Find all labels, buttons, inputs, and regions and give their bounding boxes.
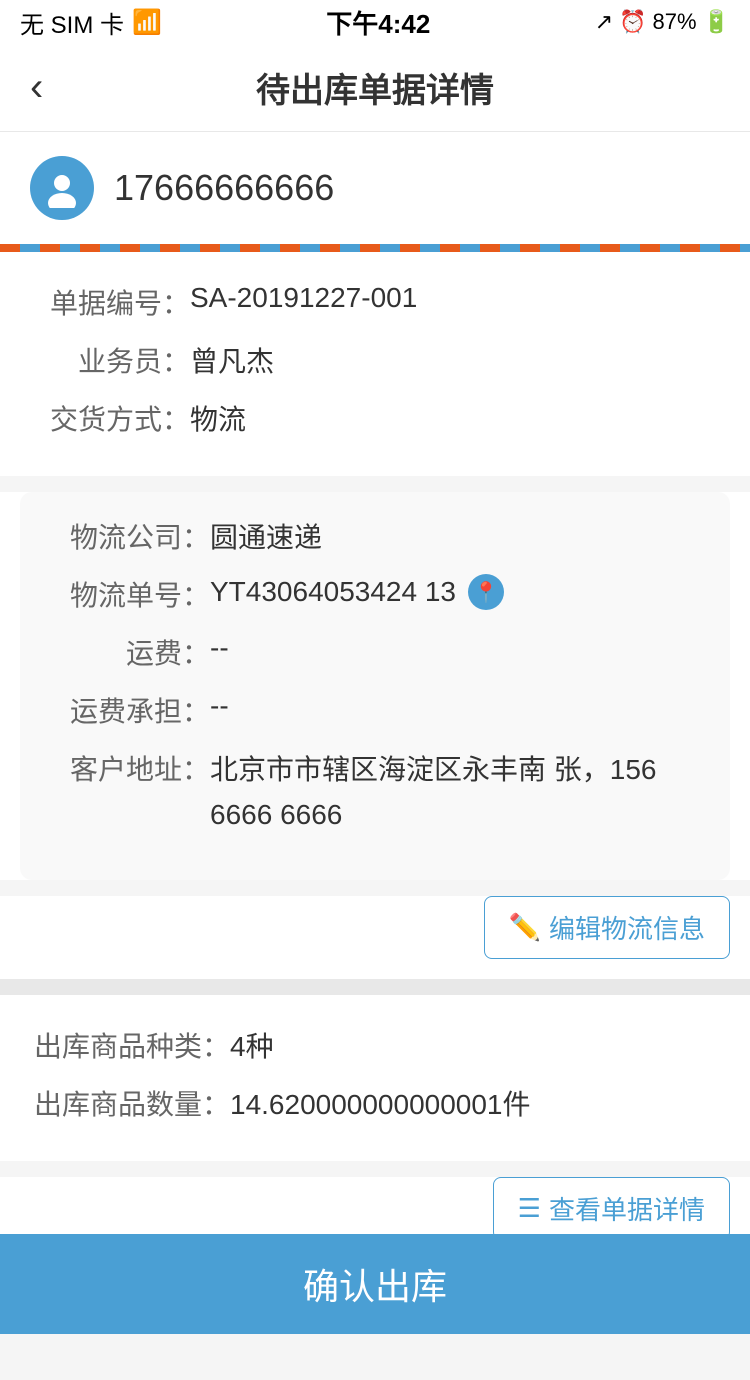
freight-row: 运费： --	[50, 632, 700, 672]
user-header: 17666666666	[0, 132, 750, 244]
battery-text: 87%	[653, 9, 697, 35]
goods-section: 出库商品种类： 4种 出库商品数量： 14.620000000000001件	[0, 995, 750, 1161]
goods-type-label: 出库商品种类：	[30, 1025, 230, 1065]
freight-value: --	[210, 632, 700, 664]
address-label: 客户地址：	[50, 748, 210, 788]
delivery-method-label: 交货方式：	[30, 398, 190, 438]
goods-quantity-row: 出库商品数量： 14.620000000000001件	[30, 1083, 720, 1123]
logistics-company-row: 物流公司： 圆通速递	[50, 516, 700, 556]
edit-icon: ✏️	[509, 912, 541, 943]
order-no-label: 单据编号：	[30, 282, 190, 322]
nav-bar: ‹ 待出库单据详情	[0, 44, 750, 132]
user-phone: 17666666666	[114, 167, 334, 209]
edit-btn-row: ✏️ 编辑物流信息	[0, 896, 750, 979]
logistics-company-label: 物流公司：	[50, 516, 210, 556]
address-value: 北京市市辖区海淀区永丰南 张，156 6666 6666	[210, 748, 700, 838]
back-button[interactable]: ‹	[30, 65, 43, 110]
tracking-no-value: YT43064053424 13 📍	[210, 574, 700, 610]
carrier-text: 无 SIM 卡	[20, 5, 124, 40]
sales-person-label: 业务员：	[30, 340, 190, 380]
sales-person-value: 曾凡杰	[190, 340, 720, 380]
order-no-row: 单据编号： SA-20191227-001	[30, 282, 720, 322]
tracking-no-label: 物流单号：	[50, 574, 210, 614]
location-icon: ↗	[595, 9, 613, 35]
view-detail-button[interactable]: ☰ 查看单据详情	[493, 1177, 730, 1240]
edit-btn-label: 编辑物流信息	[549, 909, 705, 946]
order-no-value: SA-20191227-001	[190, 282, 720, 314]
wifi-icon: 📶	[132, 8, 162, 37]
alarm-icon: ⏰	[619, 9, 646, 35]
status-time: 下午4:42	[326, 4, 430, 41]
address-row: 客户地址： 北京市市辖区海淀区永丰南 张，156 6666 6666	[50, 748, 700, 838]
section-separator	[0, 979, 750, 995]
dashed-divider	[0, 244, 750, 252]
delivery-method-row: 交货方式： 物流	[30, 398, 720, 438]
sales-person-row: 业务员： 曾凡杰	[30, 340, 720, 380]
goods-quantity-label: 出库商品数量：	[30, 1083, 230, 1123]
edit-logistics-button[interactable]: ✏️ 编辑物流信息	[484, 896, 730, 959]
status-left: 无 SIM 卡 📶	[20, 5, 162, 40]
status-bar: 无 SIM 卡 📶 下午4:42 ↗ ⏰ 87% 🔋	[0, 0, 750, 44]
freight-bear-value: --	[210, 690, 700, 722]
confirm-button[interactable]: 确认出库	[0, 1234, 750, 1334]
page-title: 待出库单据详情	[256, 63, 494, 112]
confirm-btn-label: 确认出库	[303, 1258, 447, 1310]
view-detail-btn-label: 查看单据详情	[549, 1190, 705, 1227]
list-icon: ☰	[518, 1193, 541, 1224]
map-pin-icon[interactable]: 📍	[468, 574, 504, 610]
logistics-company-value: 圆通速递	[210, 516, 700, 556]
goods-type-row: 出库商品种类： 4种	[30, 1025, 720, 1065]
battery-icon: 🔋	[703, 9, 730, 35]
delivery-method-value: 物流	[190, 398, 720, 438]
tracking-no-row: 物流单号： YT43064053424 13 📍	[50, 574, 700, 614]
goods-quantity-value: 14.620000000000001件	[230, 1083, 720, 1123]
freight-label: 运费：	[50, 632, 210, 672]
freight-bear-row: 运费承担： --	[50, 690, 700, 730]
status-right: ↗ ⏰ 87% 🔋	[595, 9, 730, 35]
order-info-section: 单据编号： SA-20191227-001 业务员： 曾凡杰 交货方式： 物流	[0, 252, 750, 476]
logistics-card: 物流公司： 圆通速递 物流单号： YT43064053424 13 📍 运费： …	[20, 492, 730, 880]
goods-type-value: 4种	[230, 1025, 720, 1065]
avatar	[30, 156, 94, 220]
freight-bear-label: 运费承担：	[50, 690, 210, 730]
